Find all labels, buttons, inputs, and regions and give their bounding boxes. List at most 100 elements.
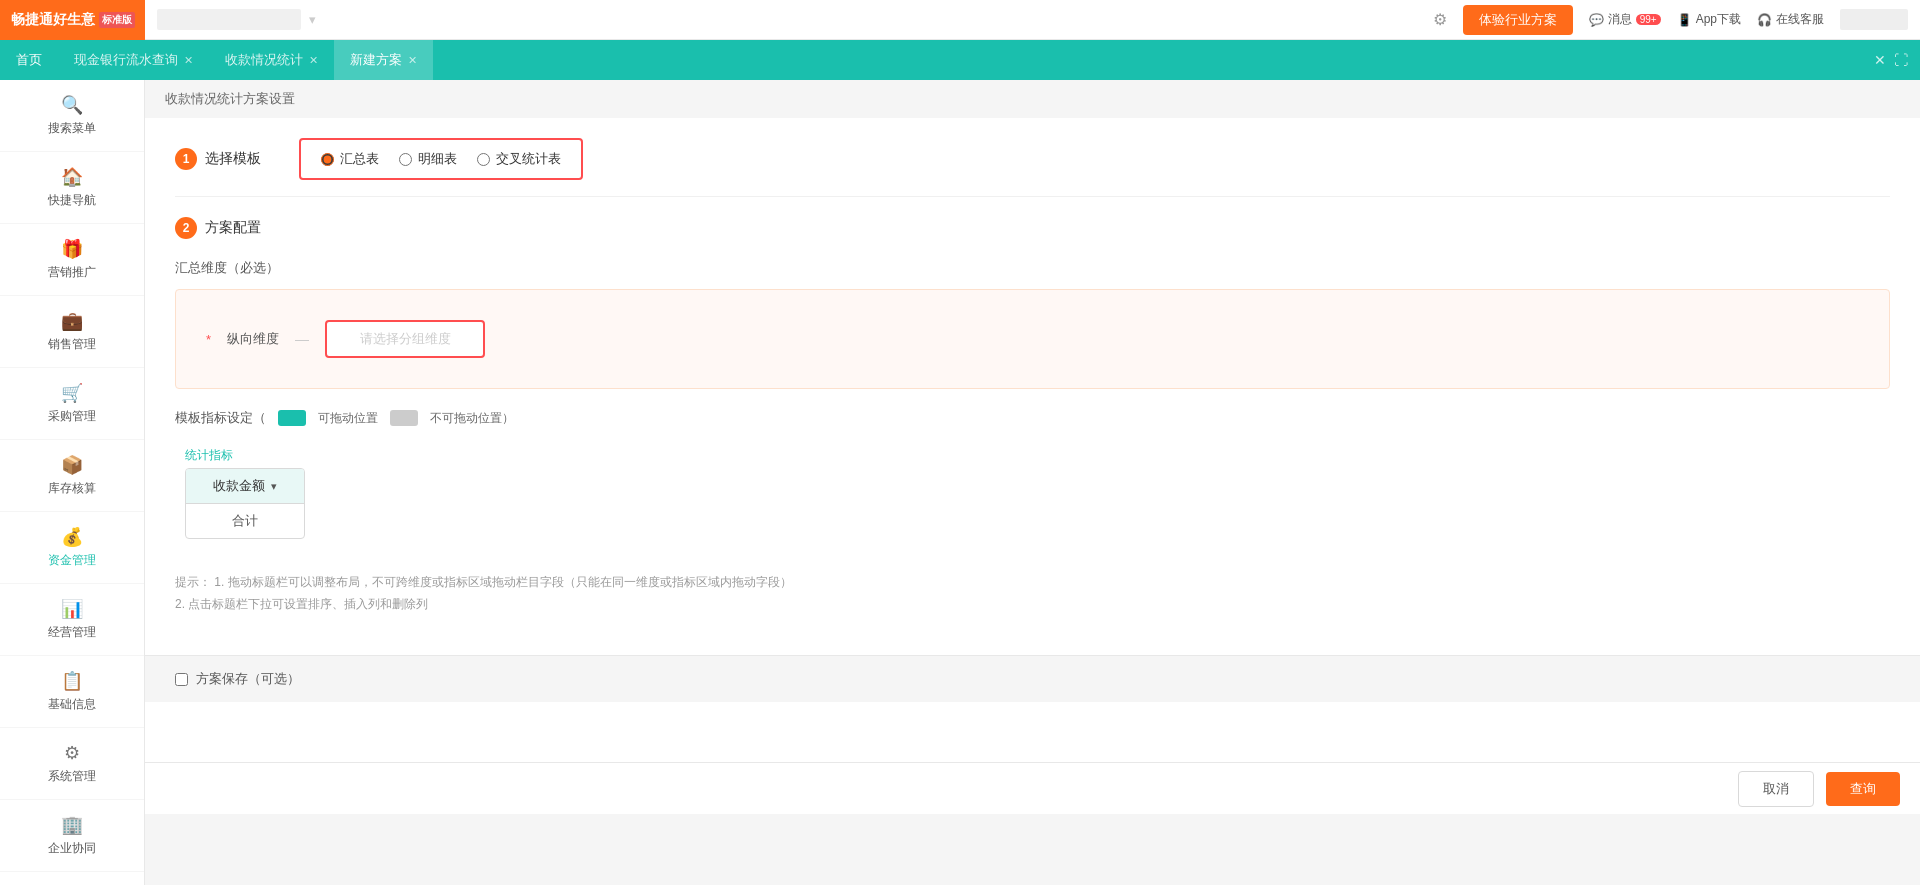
radio-detail[interactable]: 明细表: [399, 150, 457, 168]
message-badge: 99+: [1636, 14, 1661, 25]
operations-icon: 📊: [61, 598, 83, 620]
sidebar-item-enterprise[interactable]: 🏢 企业协同: [0, 800, 144, 872]
tab-new-plan[interactable]: 新建方案 ✕: [334, 40, 433, 80]
tips-section: 提示： 1. 拖动标题栏可以调整布局，不可跨维度或指标区域拖动栏目字段（只能在同…: [175, 562, 1890, 625]
tab-new-plan-label: 新建方案: [350, 51, 402, 69]
close-window-icon[interactable]: ✕: [1874, 52, 1886, 68]
sidebar-item-home[interactable]: 🏠 快捷导航: [0, 152, 144, 224]
tab-bank-flow-label: 现金银行流水查询: [74, 51, 178, 69]
app-name: 畅捷通好生意: [11, 11, 95, 29]
save-label[interactable]: 方案保存（可选）: [196, 670, 300, 688]
content-area: 收款情况统计方案设置 1 选择模板 汇总表 明细表: [145, 80, 1920, 885]
breadcrumb-text: [157, 9, 301, 30]
sidebar-item-operations[interactable]: 📊 经营管理: [0, 584, 144, 656]
vertical-dim-label: 纵向维度: [227, 330, 279, 348]
inventory-icon: 📦: [61, 454, 83, 476]
tab-new-plan-close[interactable]: ✕: [408, 54, 417, 67]
tab-collections-label: 收款情况统计: [225, 51, 303, 69]
summary-dim-label: 汇总维度（必选）: [175, 259, 1890, 277]
try-industry-button[interactable]: 体验行业方案: [1463, 5, 1573, 35]
dim-arrow: —: [295, 331, 309, 347]
radio-cross[interactable]: 交叉统计表: [477, 150, 561, 168]
tab-collections-close[interactable]: ✕: [309, 54, 318, 67]
tip-line-1: 提示： 1. 拖动标题栏可以调整布局，不可跨维度或指标区域拖动栏目字段（只能在同…: [175, 572, 1890, 594]
radio-cross-label[interactable]: 交叉统计表: [496, 150, 561, 168]
indicator-header: 模板指标设定（ 可拖动位置 不可拖动位置）: [175, 409, 1890, 427]
download-button[interactable]: 📱 App下载: [1677, 11, 1741, 28]
query-button[interactable]: 查询: [1826, 772, 1900, 806]
tab-bank-flow-close[interactable]: ✕: [184, 54, 193, 67]
sidebar-item-finance-label: 资金管理: [48, 552, 96, 569]
page-title-bar: 收款情况统计方案设置: [145, 80, 1920, 118]
sidebar-item-home-label: 快捷导航: [48, 192, 96, 209]
sidebar-item-inventory-label: 库存核算: [48, 480, 96, 497]
sidebar-item-purchase[interactable]: 🛒 采购管理: [0, 368, 144, 440]
radio-cross-input[interactable]: [477, 153, 490, 166]
message-icon: 💬: [1589, 13, 1604, 27]
step1-num: 1: [175, 148, 197, 170]
stat-table-header[interactable]: 收款金额 ▾: [186, 469, 304, 504]
content-inner: 收款情况统计方案设置 1 选择模板 汇总表 明细表: [145, 80, 1920, 762]
save-section: 方案保存（可选）: [145, 655, 1920, 702]
finance-icon: 💰: [61, 526, 83, 548]
tab-bank-flow[interactable]: 现金银行流水查询 ✕: [58, 40, 209, 80]
breadcrumb-chevron: ▾: [309, 12, 316, 27]
sidebar-item-guide[interactable]: 📖 新手引导: [0, 872, 144, 885]
message-label: 消息: [1608, 11, 1632, 28]
dimension-area: * 纵向维度 — 请选择分组维度: [175, 289, 1890, 389]
stat-col-header-label: 收款金额: [213, 477, 265, 495]
page-title: 收款情况统计方案设置: [165, 91, 295, 106]
top-bar: 畅捷通好生意 标准版 ▾ ⚙ 体验行业方案 💬 消息 99+ 📱 App下载 🎧…: [0, 0, 1920, 40]
template-selection-box: 汇总表 明细表 交叉统计表: [299, 138, 583, 180]
support-button[interactable]: 🎧 在线客服: [1757, 11, 1824, 28]
radio-summary[interactable]: 汇总表: [321, 150, 379, 168]
gear-icon[interactable]: ⚙: [1433, 10, 1447, 29]
main-layout: 🔍 搜索菜单 🏠 快捷导航 🎁 营销推广 💼 销售管理 🛒 采购管理 📦 库存核…: [0, 80, 1920, 885]
support-icon: 🎧: [1757, 13, 1772, 27]
tab-home[interactable]: 首页: [0, 40, 58, 80]
top-actions: ⚙ 体验行业方案 💬 消息 99+ 📱 App下载 🎧 在线客服: [1433, 5, 1908, 35]
sidebar-item-sales[interactable]: 💼 销售管理: [0, 296, 144, 368]
home-icon: 🏠: [61, 166, 83, 188]
sidebar-item-search[interactable]: 🔍 搜索菜单: [0, 80, 144, 152]
sidebar-item-basic-info-label: 基础信息: [48, 696, 96, 713]
sidebar-item-system-label: 系统管理: [48, 768, 96, 785]
radio-detail-input[interactable]: [399, 153, 412, 166]
save-checkbox[interactable]: [175, 673, 188, 686]
user-avatar[interactable]: [1840, 9, 1908, 30]
sidebar-item-finance[interactable]: 💰 资金管理: [0, 512, 144, 584]
sidebar-item-purchase-label: 采购管理: [48, 408, 96, 425]
radio-summary-input[interactable]: [321, 153, 334, 166]
breadcrumb-area: ▾: [157, 9, 1433, 30]
tab-home-label: 首页: [16, 51, 42, 69]
sidebar-item-basic-info[interactable]: 📋 基础信息: [0, 656, 144, 728]
sidebar-item-inventory[interactable]: 📦 库存核算: [0, 440, 144, 512]
footer: 取消 查询: [145, 762, 1920, 814]
draggable-label: 可拖动位置: [318, 410, 378, 427]
step2-label: 方案配置: [205, 219, 261, 237]
sidebar-item-marketing-label: 营销推广: [48, 264, 96, 281]
sidebar-item-marketing[interactable]: 🎁 营销推广: [0, 224, 144, 296]
tab-collections[interactable]: 收款情况统计 ✕: [209, 40, 334, 80]
sidebar-item-system[interactable]: ⚙ 系统管理: [0, 728, 144, 800]
stat-table: 收款金额 ▾ 合计: [185, 468, 305, 539]
dim-select-button[interactable]: 请选择分组维度: [325, 320, 485, 358]
purchase-icon: 🛒: [61, 382, 83, 404]
expand-icon[interactable]: ⛶: [1894, 52, 1908, 68]
stat-table-area: 统计指标 收款金额 ▾ 合计: [175, 437, 1890, 542]
sales-icon: 💼: [61, 310, 83, 332]
stat-section-label: 统计指标: [185, 447, 1890, 464]
stat-col-chevron[interactable]: ▾: [271, 480, 277, 493]
radio-summary-label[interactable]: 汇总表: [340, 150, 379, 168]
nav-tabs: 首页 现金银行流水查询 ✕ 收款情况统计 ✕ 新建方案 ✕ ✕ ⛶: [0, 40, 1920, 80]
step2-num: 2: [175, 217, 197, 239]
stat-col-row-label: 合计: [232, 513, 258, 528]
enterprise-icon: 🏢: [61, 814, 83, 836]
no-draggable-label: 不可拖动位置）: [430, 410, 514, 427]
radio-detail-label[interactable]: 明细表: [418, 150, 457, 168]
cancel-button[interactable]: 取消: [1738, 771, 1814, 807]
window-controls: ✕ ⛶: [1874, 40, 1920, 80]
download-icon: 📱: [1677, 13, 1692, 27]
message-button[interactable]: 💬 消息 99+: [1589, 11, 1661, 28]
basic-info-icon: 📋: [61, 670, 83, 692]
